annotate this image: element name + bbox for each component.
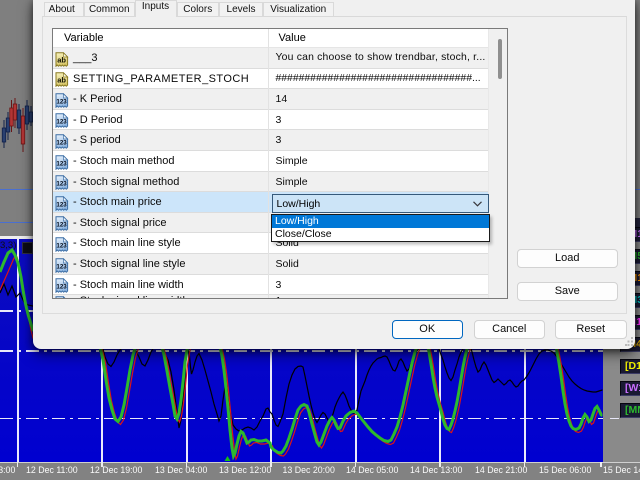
svg-text:ab: ab <box>57 55 66 64</box>
svg-text:ab: ab <box>57 76 66 85</box>
svg-text:123: 123 <box>56 242 67 249</box>
svg-text:123: 123 <box>56 201 67 208</box>
svg-text:123: 123 <box>56 222 67 229</box>
svg-text:123: 123 <box>56 119 67 126</box>
svg-text:123: 123 <box>56 98 67 105</box>
svg-text:123: 123 <box>56 139 67 146</box>
svg-text:123: 123 <box>56 181 67 188</box>
svg-text:123: 123 <box>56 284 67 291</box>
svg-text:123: 123 <box>56 160 67 167</box>
svg-text:123: 123 <box>56 263 67 270</box>
